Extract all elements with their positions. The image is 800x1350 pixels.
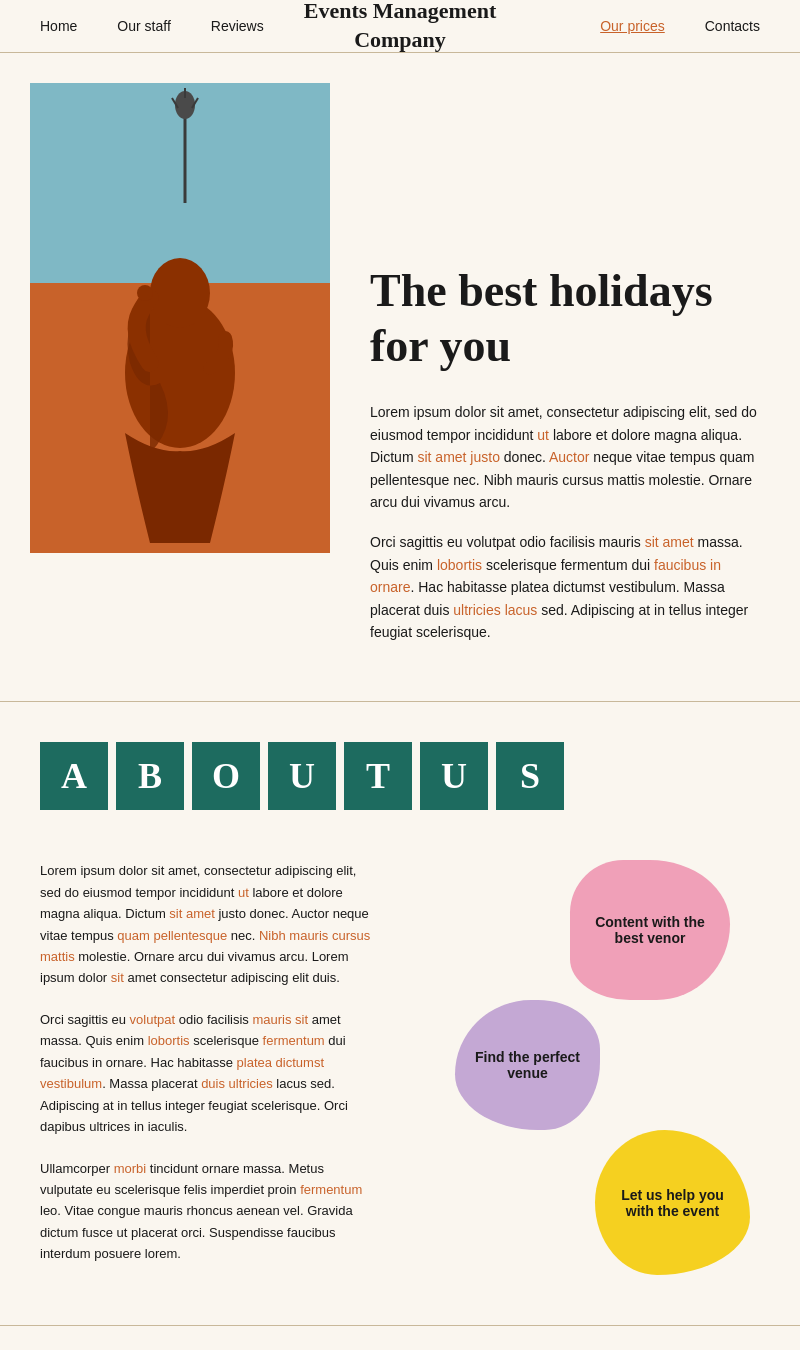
hero-title: The best holidays for you [370, 263, 760, 373]
about-letters: A B O U T U S [40, 742, 760, 810]
svg-point-8 [150, 258, 210, 328]
letter-O: O [192, 742, 260, 810]
about-link-9[interactable]: fermentum [263, 1033, 325, 1048]
about-link-13[interactable]: morbi [114, 1161, 147, 1176]
about-paragraph-3: Ullamcorper morbi tincidunt ornare massa… [40, 1158, 380, 1265]
hero-image [30, 83, 330, 553]
blob-help[interactable]: Let us help you with the event [595, 1130, 750, 1275]
about-link-5[interactable]: sit [111, 970, 124, 985]
hero-link-2[interactable]: sit amet justo [417, 449, 499, 465]
hero-link-1[interactable]: ut [537, 427, 549, 443]
nav-right: Our prices Contacts [600, 18, 760, 34]
hero-link-3[interactable]: Auctor [549, 449, 589, 465]
about-content: Lorem ipsum dolor sit amet, consectetur … [40, 860, 760, 1324]
hero-link-7[interactable]: ultricies lacus [453, 602, 537, 618]
letter-A: A [40, 742, 108, 810]
site-title: Events ManagementCompany [304, 0, 496, 55]
blob-content[interactable]: Content with the best venor [570, 860, 730, 1000]
hero-link-5[interactable]: lobortis [437, 557, 482, 573]
footer-icons-section [0, 1325, 800, 1350]
hero-content: The best holidays for you Lorem ipsum do… [370, 83, 760, 661]
about-link-2[interactable]: sit amet [169, 906, 215, 921]
letter-B: B [116, 742, 184, 810]
nav-contacts[interactable]: Contacts [705, 18, 760, 34]
letter-U2: U [420, 742, 488, 810]
nav-prices[interactable]: Our prices [600, 18, 665, 34]
letter-S: S [496, 742, 564, 810]
about-section: A B O U T U S Lorem ipsum dolor sit amet… [0, 701, 800, 1324]
about-link-1[interactable]: ut [238, 885, 249, 900]
hero-link-4[interactable]: sit amet [645, 534, 694, 550]
hero-paragraph-1: Lorem ipsum dolor sit amet, consectetur … [370, 401, 760, 513]
about-link-11[interactable]: dictumst vestibulum [40, 1055, 324, 1091]
nav-left: Home Our staff Reviews [40, 18, 264, 34]
about-link-12[interactable]: duis ultricies [201, 1076, 273, 1091]
hero-link-6[interactable]: faucibus in ornare [370, 557, 721, 595]
about-paragraph-2: Orci sagittis eu volutpat odio facilisis… [40, 1009, 380, 1138]
svg-point-9 [137, 285, 153, 301]
about-blobs: Content with the best venor Find the per… [420, 860, 760, 1284]
hero-section: The best holidays for you Lorem ipsum do… [0, 53, 800, 701]
nav-reviews[interactable]: Reviews [211, 18, 264, 34]
hero-paragraph-2: Orci sagittis eu volutpat odio facilisis… [370, 531, 760, 643]
about-link-8[interactable]: lobortis [148, 1033, 190, 1048]
nav-staff[interactable]: Our staff [117, 18, 170, 34]
nav-home[interactable]: Home [40, 18, 77, 34]
about-link-7[interactable]: mauris sit [252, 1012, 308, 1027]
letter-U: U [268, 742, 336, 810]
navigation: Home Our staff Reviews Events Management… [0, 0, 800, 53]
about-link-3[interactable]: quam pellentesque [117, 928, 227, 943]
about-paragraph-1: Lorem ipsum dolor sit amet, consectetur … [40, 860, 380, 989]
letter-T: T [344, 742, 412, 810]
about-link-10[interactable]: platea [237, 1055, 272, 1070]
blob-venue[interactable]: Find the perfect venue [455, 1000, 600, 1130]
about-link-14[interactable]: fermentum [300, 1182, 362, 1197]
about-text-column: Lorem ipsum dolor sit amet, consectetur … [40, 860, 400, 1284]
about-link-6[interactable]: volutpat [130, 1012, 176, 1027]
